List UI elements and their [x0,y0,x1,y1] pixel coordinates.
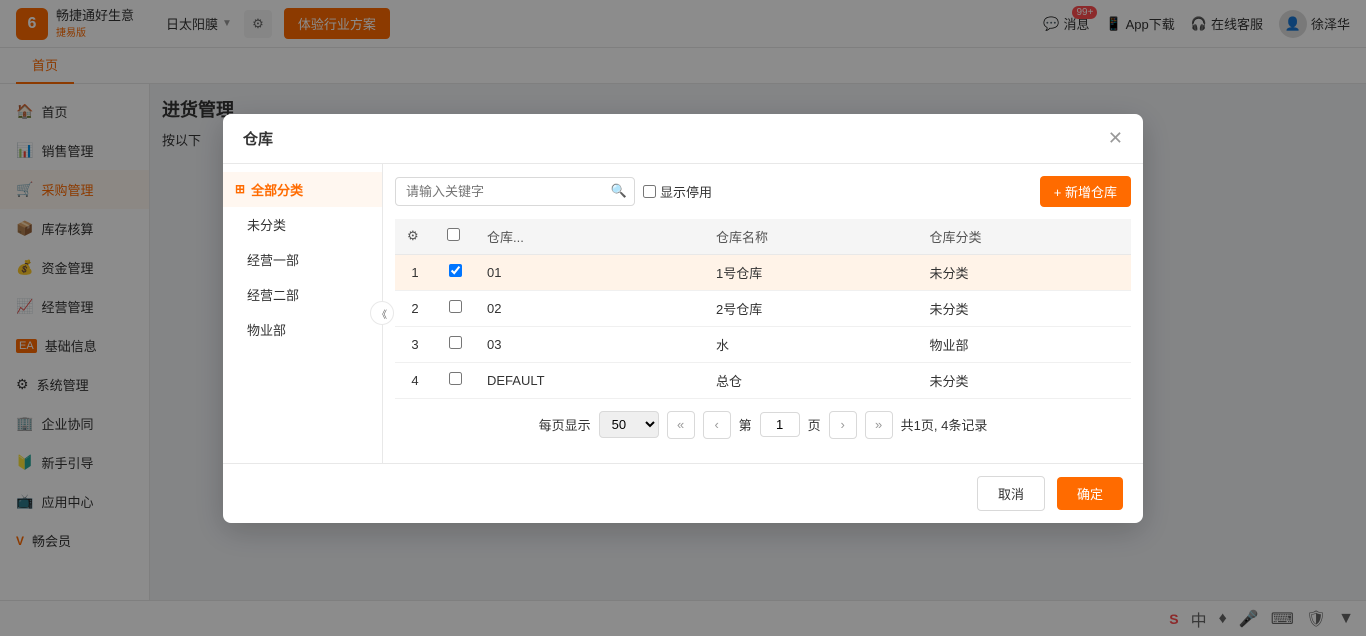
table-header-row: ⚙ 仓库... 仓库名称 仓库分类 [395,219,1131,255]
table-row: 4 DEFAULT 总仓 未分类 [395,362,1131,398]
modal-close-button[interactable]: ✕ [1108,128,1123,149]
table-row: 2 02 2号仓库 未分类 [395,290,1131,326]
row-index: 1 [395,254,435,290]
row-category: 物业部 [918,326,1131,362]
row-category: 未分类 [918,362,1131,398]
row-select-checkbox[interactable] [449,336,462,349]
row-code: 02 [475,290,704,326]
total-label: 共1页, 4条记录 [901,415,988,434]
panel-collapse-button[interactable]: 《 [370,301,394,325]
show-disabled-checkbox[interactable] [643,185,656,198]
row-index: 2 [395,290,435,326]
row-name: 2号仓库 [704,290,917,326]
table-row: 3 03 水 物业部 [395,326,1131,362]
row-index: 3 [395,326,435,362]
category-item-uncategorized[interactable]: 未分类 [223,207,382,242]
table-row: 1 01 1号仓库 未分类 [395,254,1131,290]
per-page-select[interactable]: 50 100 [599,411,659,438]
row-checkbox[interactable] [435,254,475,290]
modal-footer: 取消 确定 [223,463,1143,523]
first-page-button[interactable]: « [667,411,695,439]
search-icon[interactable]: 🔍 [611,183,627,199]
table-container: ⚙ 仓库... 仓库名称 仓库分类 [395,219,1131,399]
row-select-checkbox[interactable] [449,300,462,313]
th-category: 仓库分类 [918,219,1131,255]
search-input-wrap: 🔍 [395,177,635,206]
page-number-input[interactable] [760,412,800,437]
th-code: 仓库... [475,219,704,255]
show-disabled-wrap: 显示停用 [643,182,712,201]
row-name: 水 [704,326,917,362]
row-category: 未分类 [918,290,1131,326]
table-panel: 🔍 显示停用 + 新增仓库 ⚙ [383,164,1143,463]
next-page-button[interactable]: › [829,411,857,439]
row-code: 01 [475,254,704,290]
cancel-button[interactable]: 取消 [977,476,1045,511]
category-item-ops1[interactable]: 经营一部 [223,242,382,277]
prev-page-button[interactable]: ‹ [703,411,731,439]
row-index: 4 [395,362,435,398]
row-code: 03 [475,326,704,362]
row-category: 未分类 [918,254,1131,290]
modal-overlay: 仓库 ✕ ⊞ 全部分类 未分类 经营一部 经营二部 物业部 《 [0,0,1366,636]
row-name: 总仓 [704,362,917,398]
show-disabled-label: 显示停用 [660,182,712,201]
select-all-checkbox[interactable] [447,228,460,241]
table-body: 1 01 1号仓库 未分类 2 02 2号仓库 未分类 3 03 水 物业部 4… [395,254,1131,398]
confirm-button[interactable]: 确定 [1057,477,1123,510]
warehouse-modal: 仓库 ✕ ⊞ 全部分类 未分类 经营一部 经营二部 物业部 《 [223,114,1143,523]
row-name: 1号仓库 [704,254,917,290]
new-warehouse-button[interactable]: + 新增仓库 [1040,176,1131,207]
pagination: 每页显示 50 100 « ‹ 第 页 › » 共1页, 4条记录 [395,399,1131,451]
category-item-property[interactable]: 物业部 [223,312,382,347]
th-settings: ⚙ [395,219,435,255]
modal-title: 仓库 [243,128,273,149]
row-checkbox[interactable] [435,326,475,362]
th-name: 仓库名称 [704,219,917,255]
row-code: DEFAULT [475,362,704,398]
warehouse-table: ⚙ 仓库... 仓库名称 仓库分类 [395,219,1131,399]
modal-header: 仓库 ✕ [223,114,1143,164]
row-checkbox[interactable] [435,362,475,398]
last-page-button[interactable]: » [865,411,893,439]
modal-body: ⊞ 全部分类 未分类 经营一部 经营二部 物业部 《 🔍 [223,164,1143,463]
row-checkbox[interactable] [435,290,475,326]
row-select-checkbox[interactable] [449,372,462,385]
category-all[interactable]: ⊞ 全部分类 [223,172,382,207]
search-input[interactable] [395,177,635,206]
table-toolbar: 🔍 显示停用 + 新增仓库 [395,176,1131,207]
category-item-ops2[interactable]: 经营二部 [223,277,382,312]
th-checkbox [435,219,475,255]
row-select-checkbox[interactable] [449,264,462,277]
categories-panel: ⊞ 全部分类 未分类 经营一部 经营二部 物业部 《 [223,164,383,463]
grid-icon: ⊞ [235,182,245,196]
